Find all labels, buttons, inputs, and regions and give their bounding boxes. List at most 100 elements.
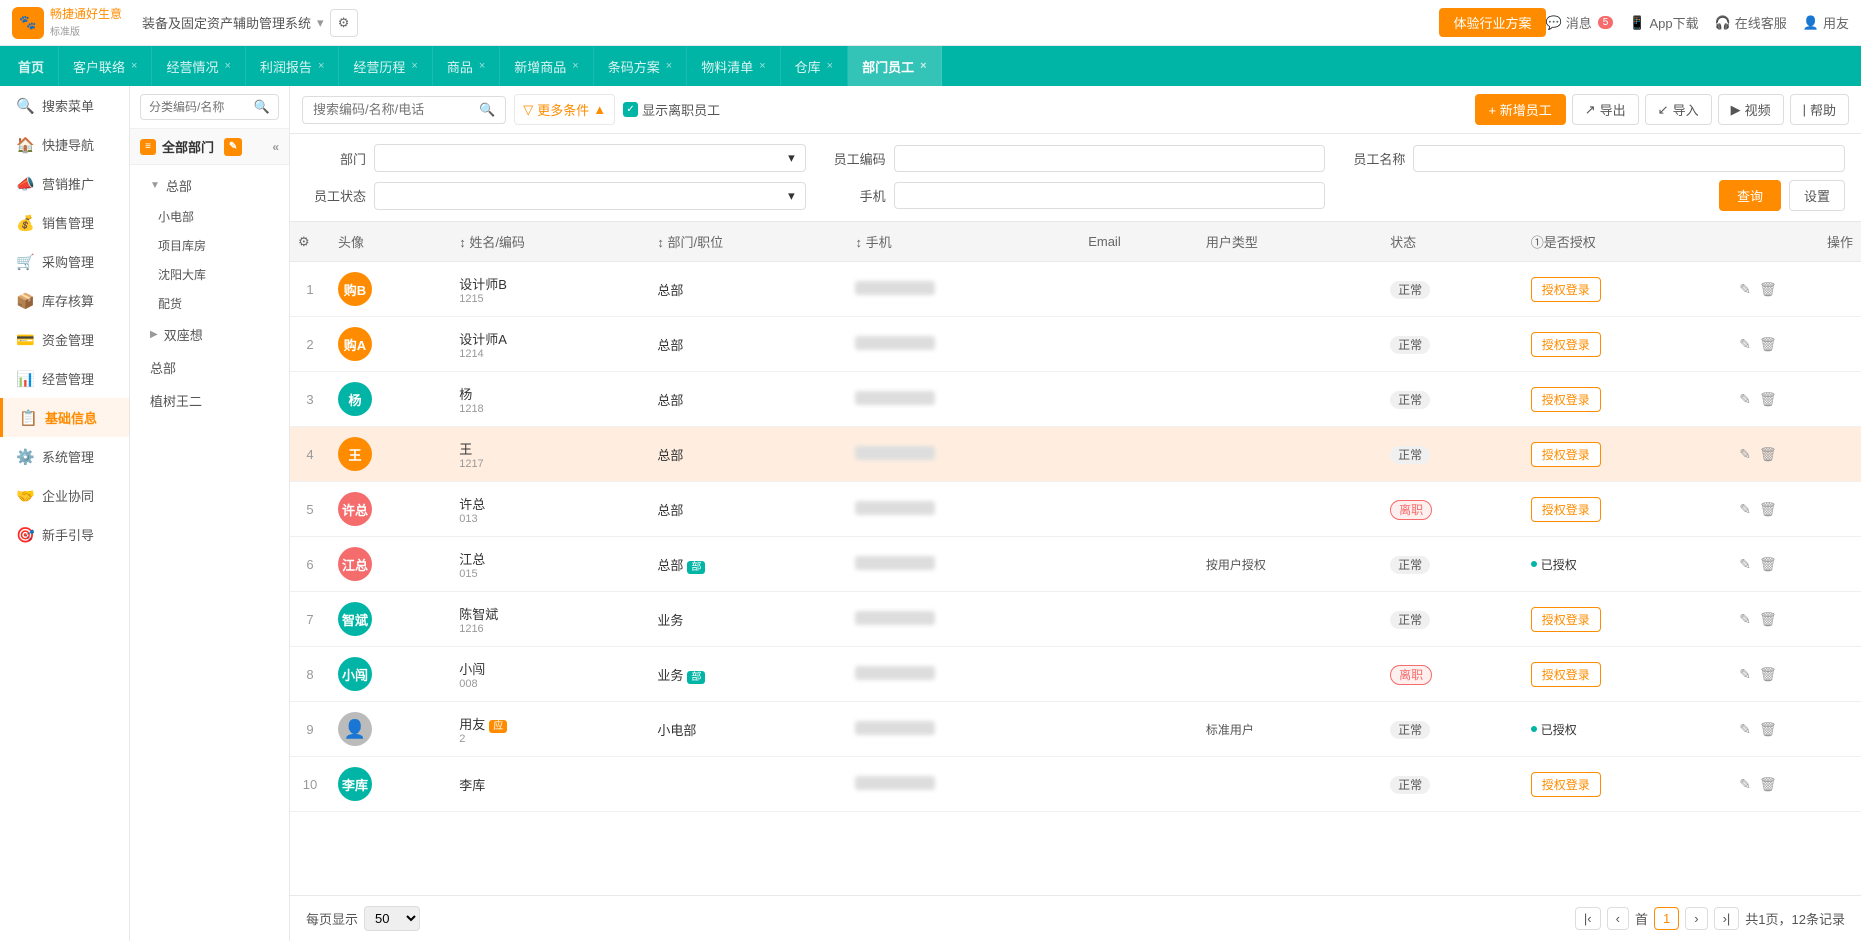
col-name[interactable]: ↕ 姓名/编码: [451, 222, 649, 262]
delete-icon[interactable]: 🗑: [1759, 721, 1777, 738]
emp-name-input[interactable]: [1424, 151, 1834, 166]
user-button[interactable]: 👤 用友: [1803, 13, 1849, 32]
import-button[interactable]: ↙ 导入: [1645, 94, 1712, 125]
query-button[interactable]: 查询: [1719, 180, 1781, 211]
view-button[interactable]: ▶ 视频: [1718, 94, 1784, 125]
dept-item-shuangzuo[interactable]: ▶ 双座想: [130, 318, 289, 351]
search-input[interactable]: [313, 102, 473, 117]
dept-sub-item-project[interactable]: 项目库房: [130, 231, 289, 260]
phone-input[interactable]: [905, 188, 1315, 203]
nav-tab-operation[interactable]: 经营情况 ×: [152, 46, 245, 86]
add-employee-button[interactable]: + 新增员工: [1475, 94, 1566, 125]
help-button[interactable]: | 帮助: [1790, 94, 1849, 125]
auth-button[interactable]: 授权登录: [1531, 607, 1601, 632]
sidebar-item-purchase[interactable]: 🛒 采购管理: [0, 242, 129, 281]
delete-icon[interactable]: 🗑: [1759, 446, 1777, 463]
message-button[interactable]: 💬 消息 5: [1546, 13, 1614, 32]
edit-icon[interactable]: ✎: [1739, 446, 1751, 463]
delete-icon[interactable]: 🗑: [1759, 281, 1777, 298]
nav-tab-profit[interactable]: 利润报告 ×: [246, 46, 339, 86]
app-download-button[interactable]: 📱 App下载: [1629, 13, 1698, 32]
dept-edit-button[interactable]: ✎: [224, 138, 242, 156]
delete-icon[interactable]: 🗑: [1759, 391, 1777, 408]
auth-button[interactable]: 授权登录: [1531, 662, 1601, 687]
reset-button[interactable]: 设置: [1789, 180, 1845, 211]
more-filter-button[interactable]: ▽ 更多条件 ▲: [514, 94, 615, 125]
auth-button[interactable]: 授权登录: [1531, 277, 1601, 302]
collab-icon: 🤝: [16, 487, 34, 505]
next-page-button[interactable]: ›: [1685, 907, 1707, 930]
delete-icon[interactable]: 🗑: [1759, 611, 1777, 628]
collapse-button[interactable]: «: [272, 140, 279, 154]
sidebar-item-search[interactable]: 🔍 搜索菜单: [0, 86, 129, 125]
nav-tab-customer[interactable]: 客户联络 ×: [59, 46, 152, 86]
sidebar-item-collab[interactable]: 🤝 企业协同: [0, 476, 129, 515]
auth-button[interactable]: 授权登录: [1531, 497, 1601, 522]
edit-icon[interactable]: ✎: [1739, 501, 1751, 518]
dept-search-input[interactable]: [149, 100, 250, 114]
trial-button[interactable]: 体验行业方案: [1439, 8, 1545, 37]
sidebar-item-business[interactable]: 📊 经营管理: [0, 359, 129, 398]
edit-icon[interactable]: ✎: [1739, 666, 1751, 683]
nav-tab-barcode[interactable]: 条码方案 ×: [594, 46, 687, 86]
show-resigned-toggle[interactable]: ✓ 显示离职员工: [623, 100, 720, 119]
dept-item-zongbu[interactable]: ▼ 总部: [130, 169, 289, 202]
emp-code-input[interactable]: [905, 151, 1315, 166]
edit-icon[interactable]: ✎: [1739, 721, 1751, 738]
nav-tab-bom[interactable]: 物料清单 ×: [687, 46, 780, 86]
search-box[interactable]: 🔍: [302, 96, 506, 124]
sidebar-item-sales[interactable]: 💰 销售管理: [0, 203, 129, 242]
auth-button[interactable]: 授权登录: [1531, 442, 1601, 467]
auth-button[interactable]: 授权登录: [1531, 387, 1601, 412]
delete-icon[interactable]: 🗑: [1759, 336, 1777, 353]
first-page-button[interactable]: |‹: [1575, 907, 1601, 930]
sidebar-item-guide[interactable]: 🎯 新手引导: [0, 515, 129, 554]
nav-tab-warehouse[interactable]: 仓库 ×: [781, 46, 848, 86]
nav-tab-home[interactable]: 首页: [4, 46, 59, 86]
auth-button[interactable]: 授权登录: [1531, 332, 1601, 357]
col-dept[interactable]: ↕ 部门/职位: [649, 222, 847, 262]
delete-icon[interactable]: 🗑: [1759, 501, 1777, 518]
edit-icon[interactable]: ✎: [1739, 391, 1751, 408]
delete-icon[interactable]: 🗑: [1759, 776, 1777, 793]
gear-button[interactable]: ⚙: [330, 9, 358, 37]
nav-tab-department[interactable]: 部门员工 ×: [848, 46, 941, 86]
dept-sub-item-peihuo[interactable]: 配货: [130, 289, 289, 318]
sidebar-item-marketing[interactable]: 📣 营销推广: [0, 164, 129, 203]
last-page-button[interactable]: ›|: [1714, 907, 1740, 930]
current-page[interactable]: 1: [1654, 907, 1679, 930]
online-service-button[interactable]: 🎧 在线客服: [1715, 13, 1787, 32]
dept-sub-item-shenyang[interactable]: 沈阳大库: [130, 260, 289, 289]
edit-icon[interactable]: ✎: [1739, 281, 1751, 298]
col-phone[interactable]: ↕ 手机: [847, 222, 1080, 262]
dept-all-item[interactable]: ≡ 全部部门 ✎ «: [130, 129, 289, 165]
sidebar-item-finance[interactable]: 💳 资金管理: [0, 320, 129, 359]
auth-button[interactable]: 授权登录: [1531, 772, 1601, 797]
dept-select[interactable]: ▾: [374, 144, 806, 172]
sidebar-item-inventory[interactable]: 📦 库存核算: [0, 281, 129, 320]
edit-icon[interactable]: ✎: [1739, 776, 1751, 793]
dept-search-box[interactable]: 🔍: [140, 94, 279, 120]
edit-icon[interactable]: ✎: [1739, 556, 1751, 573]
delete-icon[interactable]: 🗑: [1759, 666, 1777, 683]
nav-tab-goods[interactable]: 商品 ×: [433, 46, 500, 86]
status-select[interactable]: ▾: [374, 182, 806, 210]
nav-tab-history[interactable]: 经营历程 ×: [339, 46, 432, 86]
dept-sub-item-xiaodian[interactable]: 小电部: [130, 202, 289, 231]
dept-tree: 🔍 ≡ 全部部门 ✎ « ▼ 总部 小电部 项目库房 沈阳大库 配货: [130, 86, 290, 941]
edit-icon[interactable]: ✎: [1739, 611, 1751, 628]
sidebar-item-quicknav[interactable]: 🏠 快捷导航: [0, 125, 129, 164]
prev-page-button[interactable]: ‹: [1607, 907, 1629, 930]
dept-item-zongbu2[interactable]: 总部: [130, 351, 289, 384]
per-page-select[interactable]: 50 100: [364, 906, 420, 931]
edit-icon[interactable]: ✎: [1739, 336, 1751, 353]
sidebar-item-basic[interactable]: 📋 基础信息: [0, 398, 129, 437]
delete-icon[interactable]: 🗑: [1759, 556, 1777, 573]
export-button[interactable]: ↗ 导出: [1572, 94, 1639, 125]
dept-item-zhishu[interactable]: 植树王二: [130, 384, 289, 417]
nav-tab-new-goods[interactable]: 新增商品 ×: [500, 46, 593, 86]
col-settings[interactable]: ⚙: [290, 222, 330, 262]
sidebar-item-system[interactable]: ⚙️ 系统管理: [0, 437, 129, 476]
row-auth: 授权登录: [1523, 372, 1732, 427]
dropdown-icon[interactable]: ▾: [317, 15, 324, 31]
